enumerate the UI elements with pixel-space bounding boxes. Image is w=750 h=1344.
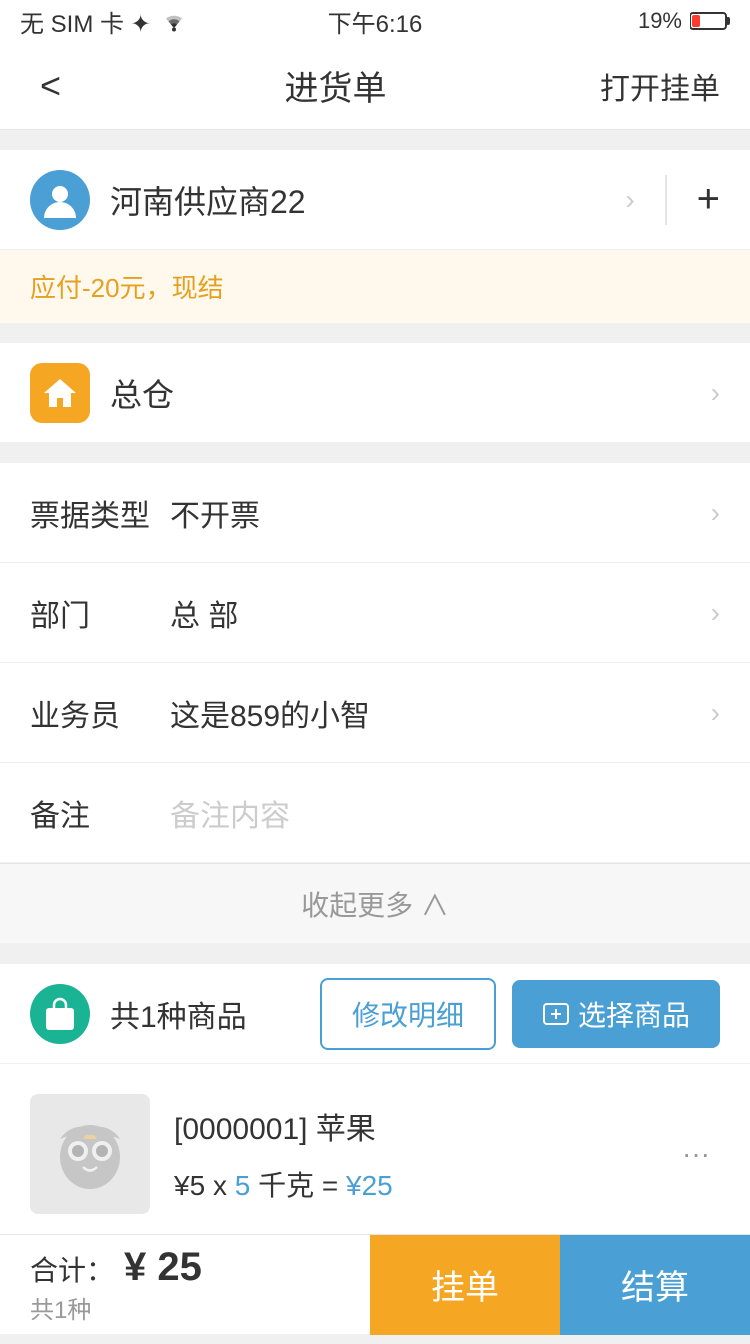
select-product-button[interactable]: 选择商品	[512, 980, 720, 1048]
section-gap-3	[0, 443, 750, 463]
checkout-button[interactable]: 结算	[560, 1235, 750, 1335]
invoice-type-row[interactable]: 票据类型 不开票 ›	[0, 463, 750, 563]
product-title-text: 苹果	[316, 1113, 376, 1146]
warehouse-label: 总仓	[110, 370, 711, 416]
bag-icon	[42, 996, 78, 1032]
invoice-type-arrow-icon: ›	[711, 497, 720, 529]
footer-sub-label: 共1种	[30, 1290, 340, 1325]
section-gap-4	[0, 943, 750, 963]
product-unit: 千克	[258, 1170, 314, 1201]
warehouse-icon-bg	[30, 363, 90, 423]
supplier-divider	[665, 175, 667, 225]
sim-label: 无 SIM 卡 ✦	[20, 4, 151, 39]
product-price: ¥5 x 5 千克 = ¥25	[174, 1164, 672, 1204]
product-code: [0000001]	[174, 1113, 307, 1146]
status-right: 19%	[638, 8, 730, 34]
footer-total-amount: ¥ 25	[124, 1245, 202, 1290]
warehouse-arrow-icon: ›	[711, 377, 720, 409]
select-product-icon	[542, 1000, 570, 1028]
invoice-type-value: 不开票	[170, 491, 711, 535]
page-title: 进货单	[285, 61, 387, 110]
person-icon	[40, 180, 80, 220]
supplier-add-button[interactable]: +	[697, 177, 720, 222]
product-info: [0000001] 苹果 ¥5 x 5 千克 = ¥25	[174, 1104, 672, 1204]
battery-label: 19%	[638, 8, 682, 34]
department-arrow-icon: ›	[711, 597, 720, 629]
supplier-arrow-icon: ›	[625, 184, 634, 216]
section-gap-2	[0, 323, 750, 343]
warehouse-row[interactable]: 总仓 ›	[0, 343, 750, 443]
footer-total: 合计： ¥ 25 共1种	[0, 1245, 370, 1325]
product-name: [0000001] 苹果	[174, 1104, 672, 1148]
product-item: [0000001] 苹果 ¥5 x 5 千克 = ¥25 ···	[0, 1063, 750, 1244]
edit-detail-button[interactable]: 修改明细	[320, 978, 496, 1050]
status-bar: 无 SIM 卡 ✦ 下午6:16 19%	[0, 0, 750, 42]
supplier-avatar	[30, 170, 90, 230]
notice-banner: 应付-20元，现结	[0, 250, 750, 323]
product-qty: 5	[235, 1170, 251, 1201]
product-header: 共1种商品 修改明细 选择商品	[0, 963, 750, 1063]
salesperson-arrow-icon: ›	[711, 697, 720, 729]
supplier-section: 河南供应商22 › + 应付-20元，现结	[0, 150, 750, 323]
hang-button[interactable]: 挂单	[370, 1235, 560, 1335]
footer: 合计： ¥ 25 共1种 挂单 结算	[0, 1234, 750, 1334]
section-gap-1	[0, 130, 750, 150]
wifi-icon	[159, 10, 189, 32]
battery-icon	[690, 11, 730, 31]
remark-label: 备注	[30, 791, 170, 835]
status-left: 无 SIM 卡 ✦	[20, 4, 189, 39]
product-header-icon-bg	[30, 984, 90, 1044]
product-total: ¥25	[346, 1170, 393, 1201]
product-multiply-icon: x	[213, 1170, 235, 1201]
nav-bar: < 进货单 打开挂单	[0, 42, 750, 130]
invoice-type-label: 票据类型	[30, 491, 170, 535]
remark-input[interactable]: 备注内容	[170, 791, 720, 835]
collapse-toggle[interactable]: 收起更多 ∧	[0, 863, 750, 943]
back-button[interactable]: <	[30, 55, 71, 117]
select-product-label: 选择商品	[578, 994, 690, 1034]
salesperson-label: 业务员	[30, 691, 170, 735]
department-row[interactable]: 部门 总 部 ›	[0, 563, 750, 663]
product-more-button[interactable]: ···	[672, 1128, 720, 1180]
footer-total-label: 合计：	[30, 1249, 114, 1289]
remark-row[interactable]: 备注 备注内容	[0, 763, 750, 863]
department-value: 总 部	[170, 591, 711, 635]
department-label: 部门	[30, 591, 170, 635]
product-equals-icon: =	[322, 1170, 346, 1201]
product-unit-price: ¥5	[174, 1170, 205, 1201]
supplier-name: 河南供应商22	[110, 177, 625, 223]
footer-total-row: 合计： ¥ 25	[30, 1245, 340, 1290]
status-time: 下午6:16	[328, 4, 423, 39]
product-thumbnail	[30, 1094, 150, 1214]
product-count-label: 共1种商品	[110, 992, 320, 1036]
supplier-row[interactable]: 河南供应商22 › +	[0, 150, 750, 250]
owl-logo-icon	[45, 1109, 135, 1199]
form-section: 票据类型 不开票 › 部门 总 部 › 业务员 这是859的小智 › 备注 备注…	[0, 463, 750, 943]
salesperson-row[interactable]: 业务员 这是859的小智 ›	[0, 663, 750, 763]
salesperson-value: 这是859的小智	[170, 691, 711, 735]
open-hang-button[interactable]: 打开挂单	[600, 64, 720, 108]
house-icon	[42, 375, 78, 411]
